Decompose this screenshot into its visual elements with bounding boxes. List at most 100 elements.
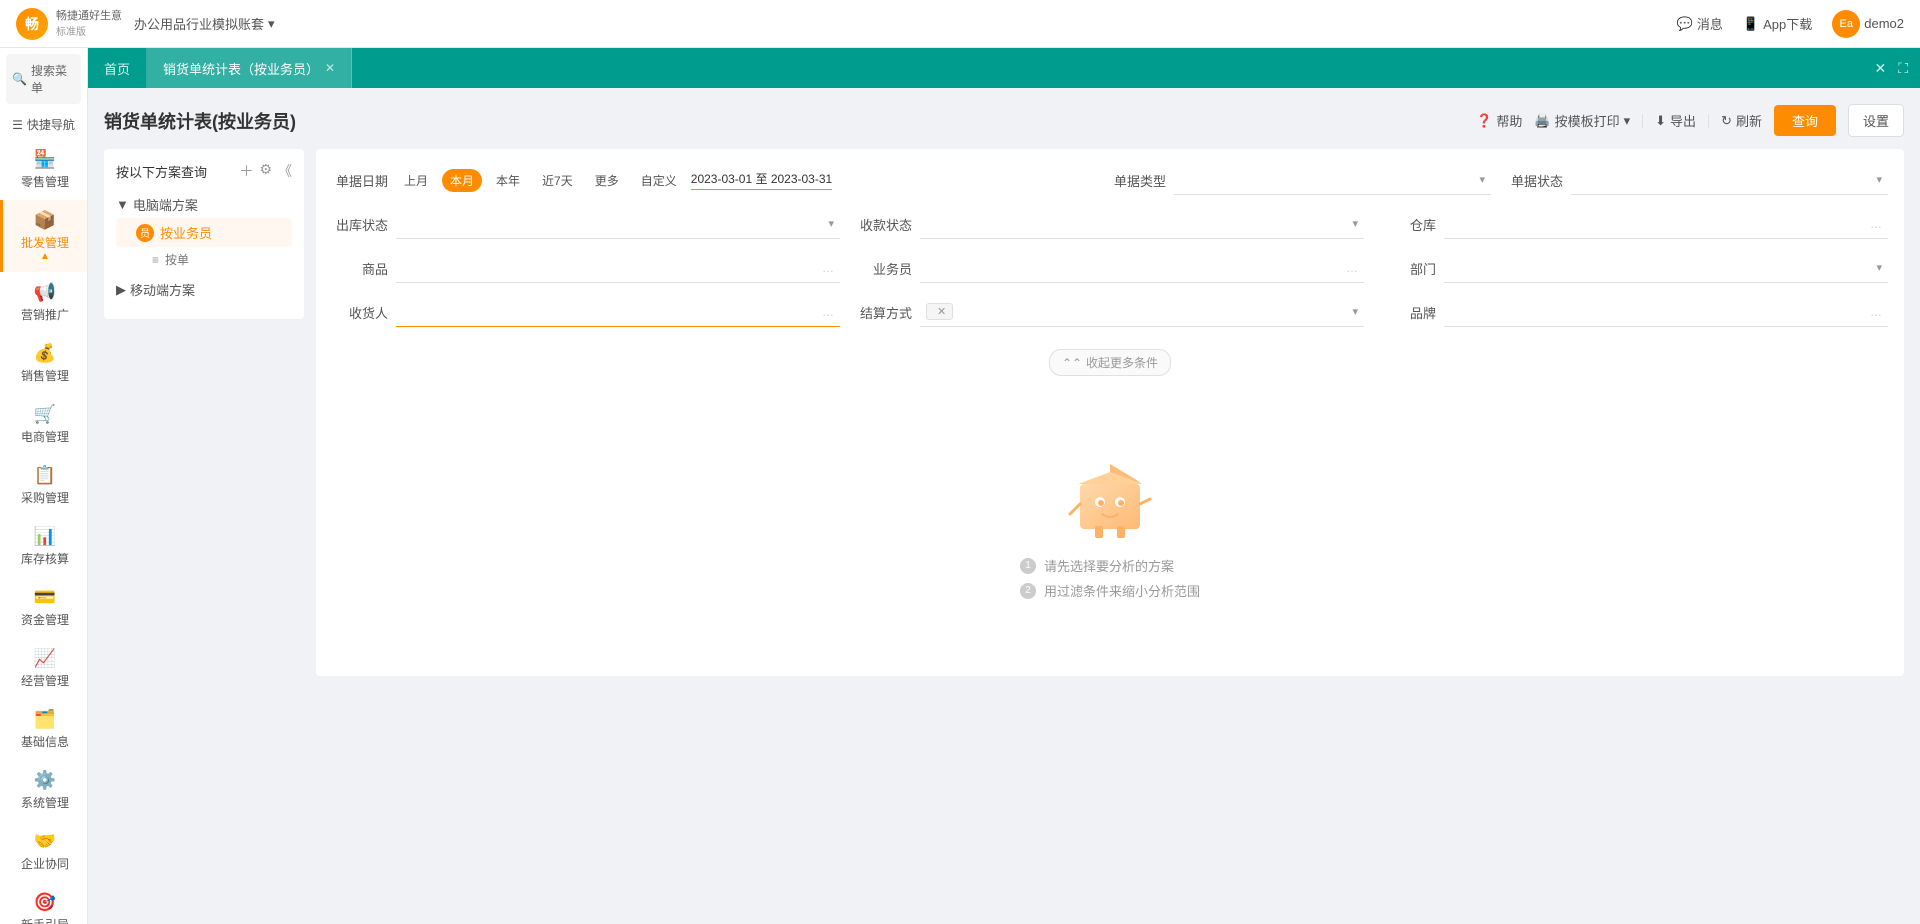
collapse-filter-icon[interactable]: 《 (278, 161, 292, 181)
export-button[interactable]: ⬇ 导出 (1655, 111, 1696, 130)
form-panel: 单据日期 上月 本月 本年 近7天 更多 自定义 2023-03-01 至 20… (316, 149, 1904, 676)
chevron-right-icon: ▶ (116, 282, 126, 298)
filter-group-mobile-header[interactable]: ▶ 移动端方案 (116, 276, 292, 303)
tab-close-window-icon[interactable]: ✕ (1870, 56, 1890, 81)
department-select[interactable]: ▾ (1444, 253, 1888, 283)
settings-scheme-icon[interactable]: ⚙ (259, 161, 272, 181)
refresh-button[interactable]: ↻ 刷新 (1721, 111, 1762, 130)
date-btn-current-month[interactable]: 本月 (442, 169, 482, 192)
chevron-up-icon: ⌃⌃ (1062, 356, 1082, 370)
date-btn-prev-month[interactable]: 上月 (396, 169, 436, 192)
recipient-label: 收货人 (332, 303, 388, 322)
date-selector: 上月 本月 本年 近7天 更多 自定义 2023-03-01 至 2023-03… (396, 169, 1094, 192)
sidebar-item-system[interactable]: ⚙️ 系统管理 (0, 760, 87, 821)
sidebar-item-newbie[interactable]: 🎯 新手引导 (0, 882, 87, 924)
field-department: 部门 ▾ (1380, 253, 1888, 283)
settings-button[interactable]: 设置 (1848, 104, 1904, 137)
field-settlement: 结算方式 ✕ ▾ (856, 297, 1364, 327)
receipt-status-select[interactable]: ▾ (920, 209, 1364, 239)
add-scheme-button[interactable]: ＋ (239, 161, 253, 181)
item-label: 按单 (165, 251, 189, 268)
sidebar-item-marketing[interactable]: 📢 营销推广 (0, 272, 87, 333)
chevron-down-icon: ▾ (1352, 217, 1358, 230)
tab-bar: 首页 销货单统计表（按业务员） ✕ ✕ ⛶ (88, 48, 1920, 88)
system-icon: ⚙️ (34, 770, 56, 791)
field-warehouse: 仓库 … (1380, 209, 1888, 239)
logo-text-area: 畅捷通好生意 标准版 (56, 9, 122, 38)
date-btn-custom[interactable]: 自定义 (633, 169, 685, 192)
field-doc-type: 单据类型 ▾ (1110, 165, 1491, 195)
warehouse-label: 仓库 (1380, 215, 1436, 234)
ecommerce-icon: 🛒 (34, 404, 56, 425)
receipt-status-label: 收款状态 (856, 215, 912, 234)
company-selector[interactable]: 办公用品行业模拟账套 ▾ (134, 14, 275, 33)
refresh-icon: ↻ (1721, 113, 1732, 129)
tab-sales-stat[interactable]: 销货单统计表（按业务员） ✕ (147, 48, 352, 88)
filter-panel: 按以下方案查询 ＋ ⚙ 《 ▼ 电脑端方案 (104, 149, 304, 319)
search-menu-button[interactable]: 🔍 搜索菜单 (6, 54, 81, 104)
collapse-row: ⌃⌃ 收起更多条件 (332, 341, 1888, 384)
help-button[interactable]: ❓ 帮助 (1476, 111, 1522, 130)
app-download-button[interactable]: 📱 App下载 (1743, 14, 1812, 33)
help-icon: ❓ (1476, 113, 1492, 129)
sidebar-item-finance[interactable]: 💳 资金管理 (0, 577, 87, 638)
finance-icon: 💳 (34, 587, 56, 608)
sidebar: 🔍 搜索菜单 ☰ 快捷导航 🏪 零售管理 📦 批发管理 ▲ 📢 营销推广 💰 销… (0, 48, 88, 924)
sidebar-item-enterprise[interactable]: 🤝 企业协同 (0, 821, 87, 882)
sidebar-item-inventory[interactable]: 📊 库存核算 (0, 516, 87, 577)
salesperson-input[interactable]: … (920, 253, 1364, 283)
message-icon: 💬 (1677, 16, 1693, 32)
print-button[interactable]: 🖨️ 按模板打印 ▾ (1534, 111, 1630, 130)
doc-status-select[interactable]: ▾ (1571, 165, 1888, 195)
field-recipient: 收货人 … (332, 297, 840, 327)
filter-group-pc-header[interactable]: ▼ 电脑端方案 (116, 191, 292, 218)
settlement-tag-clear[interactable]: ✕ (926, 303, 953, 320)
collapse-label: 收起更多条件 (1086, 354, 1158, 371)
purchase-icon: 📋 (34, 465, 56, 486)
tab-fullscreen-icon[interactable]: ⛶ (1894, 56, 1912, 81)
sidebar-label: 批发管理 (21, 234, 69, 251)
field-goods: 商品 … (332, 253, 840, 283)
user-menu[interactable]: Ea demo2 (1832, 10, 1904, 38)
download-icon: 📱 (1743, 16, 1759, 32)
doc-status-label: 单据状态 (1507, 171, 1563, 190)
chevron-down-icon: ▾ (268, 16, 275, 32)
date-btn-7days[interactable]: 近7天 (534, 169, 581, 192)
filter-item-by-order[interactable]: ≡ 按单 (116, 247, 292, 272)
tab-close-icon[interactable]: ✕ (325, 61, 335, 75)
form-row-3: 商品 … 业务员 … (332, 253, 1888, 283)
warehouse-input[interactable]: … (1444, 209, 1888, 239)
more-icon: … (822, 305, 834, 319)
sidebar-item-retail[interactable]: 🏪 零售管理 (0, 139, 87, 200)
sidebar-item-ecommerce[interactable]: 🛒 电商管理 (0, 394, 87, 455)
avatar: Ea (1832, 10, 1860, 38)
header-left: 畅 畅捷通好生意 标准版 办公用品行业模拟账套 ▾ (16, 8, 275, 40)
filter-item-by-salesperson[interactable]: 员 按业务员 (116, 218, 292, 247)
goods-input[interactable]: … (396, 253, 840, 283)
chevron-down-icon: ▾ (1876, 261, 1882, 274)
brand-input[interactable]: … (1444, 297, 1888, 327)
page-actions: ❓ 帮助 🖨️ 按模板打印 ▾ ⬇ 导出 ↻ (1476, 104, 1904, 137)
sidebar-item-wholesale[interactable]: 📦 批发管理 ▲ (0, 200, 87, 272)
quick-nav-button[interactable]: ☰ 快捷导航 (0, 110, 87, 139)
date-btn-current-year[interactable]: 本年 (488, 169, 528, 192)
collapse-button[interactable]: ⌃⌃ 收起更多条件 (1049, 349, 1171, 376)
sidebar-item-sales[interactable]: 💰 销售管理 (0, 333, 87, 394)
query-button[interactable]: 查询 (1774, 105, 1836, 136)
date-btn-more[interactable]: 更多 (587, 169, 627, 192)
out-status-select[interactable]: ▾ (396, 209, 840, 239)
doc-type-select[interactable]: ▾ (1174, 165, 1491, 195)
sidebar-item-basic[interactable]: 🗂️ 基础信息 (0, 699, 87, 760)
tab-home[interactable]: 首页 (88, 48, 147, 88)
sidebar-item-operation[interactable]: 📈 经营管理 (0, 638, 87, 699)
message-button[interactable]: 💬 消息 (1677, 14, 1723, 33)
settlement-select[interactable]: ✕ ▾ (920, 297, 1364, 327)
sidebar-label: 销售管理 (21, 367, 69, 384)
sidebar-item-purchase[interactable]: 📋 采购管理 (0, 455, 87, 516)
out-status-label: 出库状态 (332, 215, 388, 234)
sidebar-label: 营销推广 (21, 306, 69, 323)
recipient-input[interactable]: … (396, 297, 840, 327)
group-label: 移动端方案 (130, 280, 195, 299)
close-icon[interactable]: ✕ (937, 305, 946, 318)
more-icon: … (1870, 305, 1882, 319)
